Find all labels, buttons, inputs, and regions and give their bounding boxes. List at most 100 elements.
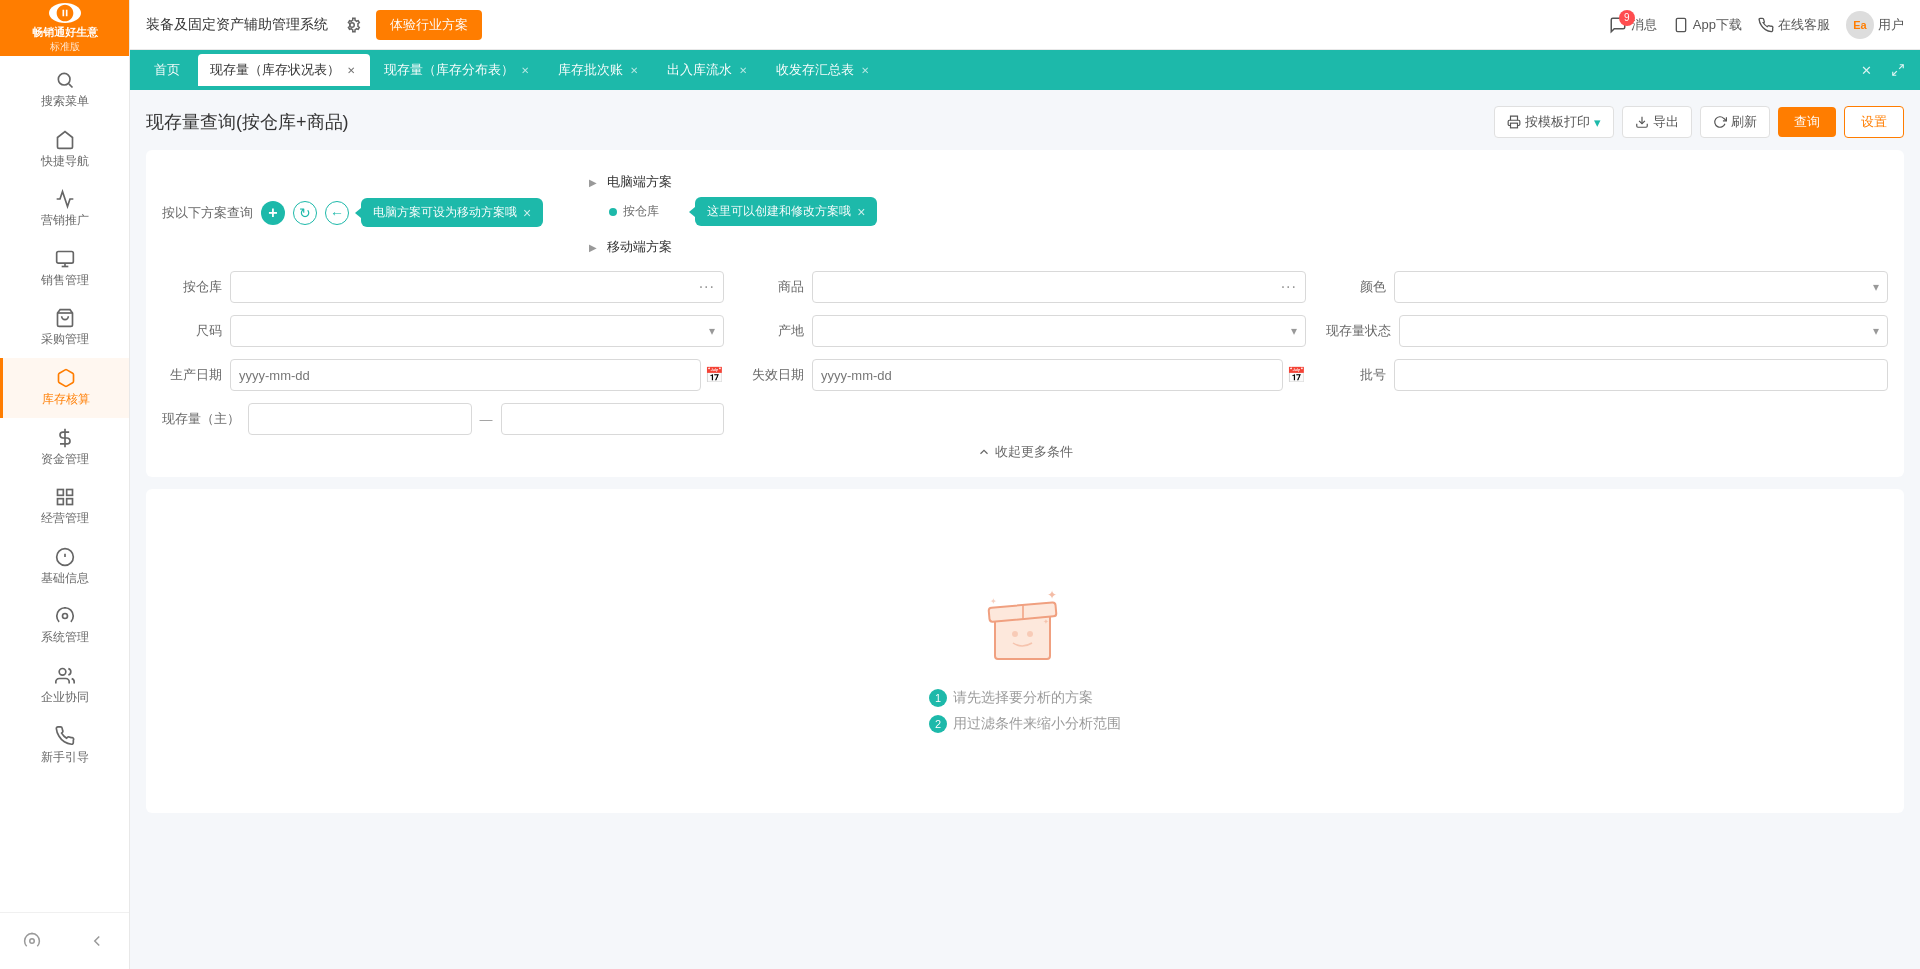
schema-sub-item: 按仓库 这里可以创建和修改方案哦 × xyxy=(609,194,877,229)
sidebar-item-guide[interactable]: 新手引导 xyxy=(0,716,129,776)
sidebar-item-label: 新手引导 xyxy=(41,750,89,766)
tab-summary[interactable]: 收发存汇总表 ✕ xyxy=(764,54,884,86)
tab-close-icon[interactable]: ✕ xyxy=(627,63,641,77)
filter-produce-date-row: 生产日期 📅 xyxy=(162,359,724,391)
page-actions: 按模板打印 ▾ 导出 刷新 查询 设置 xyxy=(1494,106,1904,138)
size-chevron-icon: ▾ xyxy=(709,324,715,338)
stock-main-to-input[interactable] xyxy=(501,403,725,435)
batch-input[interactable] xyxy=(1394,359,1888,391)
empty-svg: ✦ ✦ ✦ xyxy=(975,569,1075,669)
tab-home[interactable]: 首页 xyxy=(138,54,196,86)
origin-label: 产地 xyxy=(744,322,804,340)
sidebar-nav: 搜索菜单 快捷导航 营销推广 销售管理 采购管理 库存核算 资金 xyxy=(0,56,129,912)
collapse-sidebar-btn[interactable] xyxy=(79,923,115,959)
sidebar-item-enterprise[interactable]: 企业协同 xyxy=(0,656,129,716)
back-schema-btn[interactable]: ← xyxy=(325,201,349,225)
page-content: 现存量查询(按仓库+商品) 按模板打印 ▾ 导出 刷新 查询 设置 xyxy=(130,90,1920,969)
sidebar-item-inventory[interactable]: 库存核算 xyxy=(0,358,129,418)
sidebar-item-purchase[interactable]: 采购管理 xyxy=(0,298,129,358)
tab-close-icon[interactable]: ✕ xyxy=(344,63,358,77)
schema-mobile[interactable]: ▶ 移动端方案 xyxy=(589,235,877,259)
export-btn-label: 导出 xyxy=(1653,113,1679,131)
search-btn[interactable]: 查询 xyxy=(1778,107,1836,137)
add-schema-btn[interactable]: + xyxy=(261,201,285,225)
filter-form-grid: 按仓库 ··· 商品 ··· 颜色 xyxy=(162,271,1888,435)
sidebar-item-sales[interactable]: 销售管理 xyxy=(0,239,129,299)
username-label: 用户 xyxy=(1878,16,1904,34)
sidebar-item-label: 经营管理 xyxy=(41,511,89,527)
tooltip-bubble-1: 电脑方案可设为移动方案哦 × xyxy=(361,198,543,227)
tip-num-1: 1 xyxy=(929,689,947,707)
empty-tips: 1 请先选择要分析的方案 2 用过滤条件来缩小分析范围 xyxy=(929,689,1121,733)
svg-point-31 xyxy=(1027,631,1033,637)
stock-main-from-input[interactable] xyxy=(248,403,472,435)
tab-label: 现存量（库存分布表） xyxy=(384,61,514,79)
svg-line-21 xyxy=(1893,71,1897,75)
color-select[interactable]: ▾ xyxy=(1394,271,1888,303)
expire-date-from-input[interactable] xyxy=(812,359,1283,391)
sidebar-item-search-menu[interactable]: 搜索菜单 xyxy=(0,60,129,120)
settings-btn[interactable] xyxy=(14,923,50,959)
refresh-btn[interactable]: 刷新 xyxy=(1700,106,1770,138)
produce-date-label: 生产日期 xyxy=(162,366,222,384)
sidebar-item-finance[interactable]: 资金管理 xyxy=(0,418,129,478)
sidebar-item-label: 库存核算 xyxy=(42,392,90,408)
origin-chevron-icon: ▾ xyxy=(1291,324,1297,338)
goods-dots: ··· xyxy=(1281,278,1297,296)
print-btn-label: 按模板打印 xyxy=(1525,113,1590,131)
stock-status-select[interactable]: ▾ xyxy=(1399,315,1888,347)
app-download-btn[interactable]: App下载 xyxy=(1673,16,1742,34)
cycle-schema-btn[interactable]: ↻ xyxy=(293,201,317,225)
tooltip-close-2[interactable]: × xyxy=(857,204,865,220)
schema-dot xyxy=(609,208,617,216)
sidebar-item-quick-nav[interactable]: 快捷导航 xyxy=(0,120,129,180)
empty-illustration: ✦ ✦ ✦ xyxy=(975,569,1075,669)
tab-close-icon[interactable]: ✕ xyxy=(736,63,750,77)
produce-date-cal-icon[interactable]: 📅 xyxy=(705,366,724,384)
goods-select[interactable]: ··· xyxy=(812,271,1306,303)
tooltip-close-1[interactable]: × xyxy=(523,205,531,221)
warehouse-select[interactable]: ··· xyxy=(230,271,724,303)
tab-batch-account[interactable]: 库存批次账 ✕ xyxy=(546,54,653,86)
topbar-gear-btn[interactable] xyxy=(338,11,366,39)
sidebar-item-basic-info[interactable]: 基础信息 xyxy=(0,537,129,597)
produce-date-from-input[interactable] xyxy=(230,359,701,391)
message-count: 9 xyxy=(1619,10,1635,26)
collapse-btn[interactable]: 收起更多条件 xyxy=(977,443,1073,461)
tab-flow[interactable]: 出入库流水 ✕ xyxy=(655,54,762,86)
schema-desktop-label: 电脑端方案 xyxy=(607,173,672,191)
expand-icon: ▶ xyxy=(589,242,601,253)
trial-btn[interactable]: 体验行业方案 xyxy=(376,10,482,40)
svg-point-0 xyxy=(58,73,70,85)
tab-close-icon[interactable]: ✕ xyxy=(858,63,872,77)
expire-date-cal-icon[interactable]: 📅 xyxy=(1287,366,1306,384)
tab-fullscreen-btn[interactable] xyxy=(1884,56,1912,84)
export-btn[interactable]: 导出 xyxy=(1622,106,1692,138)
print-btn[interactable]: 按模板打印 ▾ xyxy=(1494,106,1614,138)
user-area[interactable]: Ea 用户 xyxy=(1846,11,1904,39)
origin-select[interactable]: ▾ xyxy=(812,315,1306,347)
stock-status-chevron-icon: ▾ xyxy=(1873,324,1879,338)
tab-inventory-status[interactable]: 现存量（库存状况表） ✕ xyxy=(198,54,370,86)
warehouse-dots: ··· xyxy=(699,278,715,296)
tab-inventory-distribution[interactable]: 现存量（库存分布表） ✕ xyxy=(372,54,544,86)
tab-close-all-btn[interactable]: ✕ xyxy=(1852,56,1880,84)
tabs-bar: 首页 现存量（库存状况表） ✕ 现存量（库存分布表） ✕ 库存批次账 ✕ 出入库… xyxy=(130,50,1920,90)
sidebar-item-operations[interactable]: 经营管理 xyxy=(0,477,129,537)
setting-btn[interactable]: 设置 xyxy=(1844,106,1904,138)
schema-desktop[interactable]: ▶ 电脑端方案 xyxy=(589,170,877,194)
size-select[interactable]: ▾ xyxy=(230,315,724,347)
svg-rect-7 xyxy=(57,490,63,496)
collapse-icon xyxy=(977,445,991,459)
scheme-list: ▶ 电脑端方案 按仓库 这里可以创建和修改方案哦 × xyxy=(581,170,877,259)
filter-header: 按以下方案查询 + ↻ ← 电脑方案可设为移动方案哦 × xyxy=(162,166,1888,259)
tab-close-icon[interactable]: ✕ xyxy=(518,63,532,77)
online-service-btn[interactable]: 在线客服 xyxy=(1758,16,1830,34)
sidebar-item-marketing[interactable]: 营销推广 xyxy=(0,179,129,239)
message-btn[interactable]: 9 消息 xyxy=(1609,16,1657,34)
main-content: 装备及固定资产辅助管理系统 体验行业方案 9 消息 App下载 在线客服 xyxy=(130,0,1920,969)
topbar-right: 9 消息 App下载 在线客服 Ea 用户 xyxy=(1609,11,1904,39)
sidebar-item-system[interactable]: 系统管理 xyxy=(0,596,129,656)
refresh-btn-label: 刷新 xyxy=(1731,113,1757,131)
svg-point-15 xyxy=(59,668,66,675)
